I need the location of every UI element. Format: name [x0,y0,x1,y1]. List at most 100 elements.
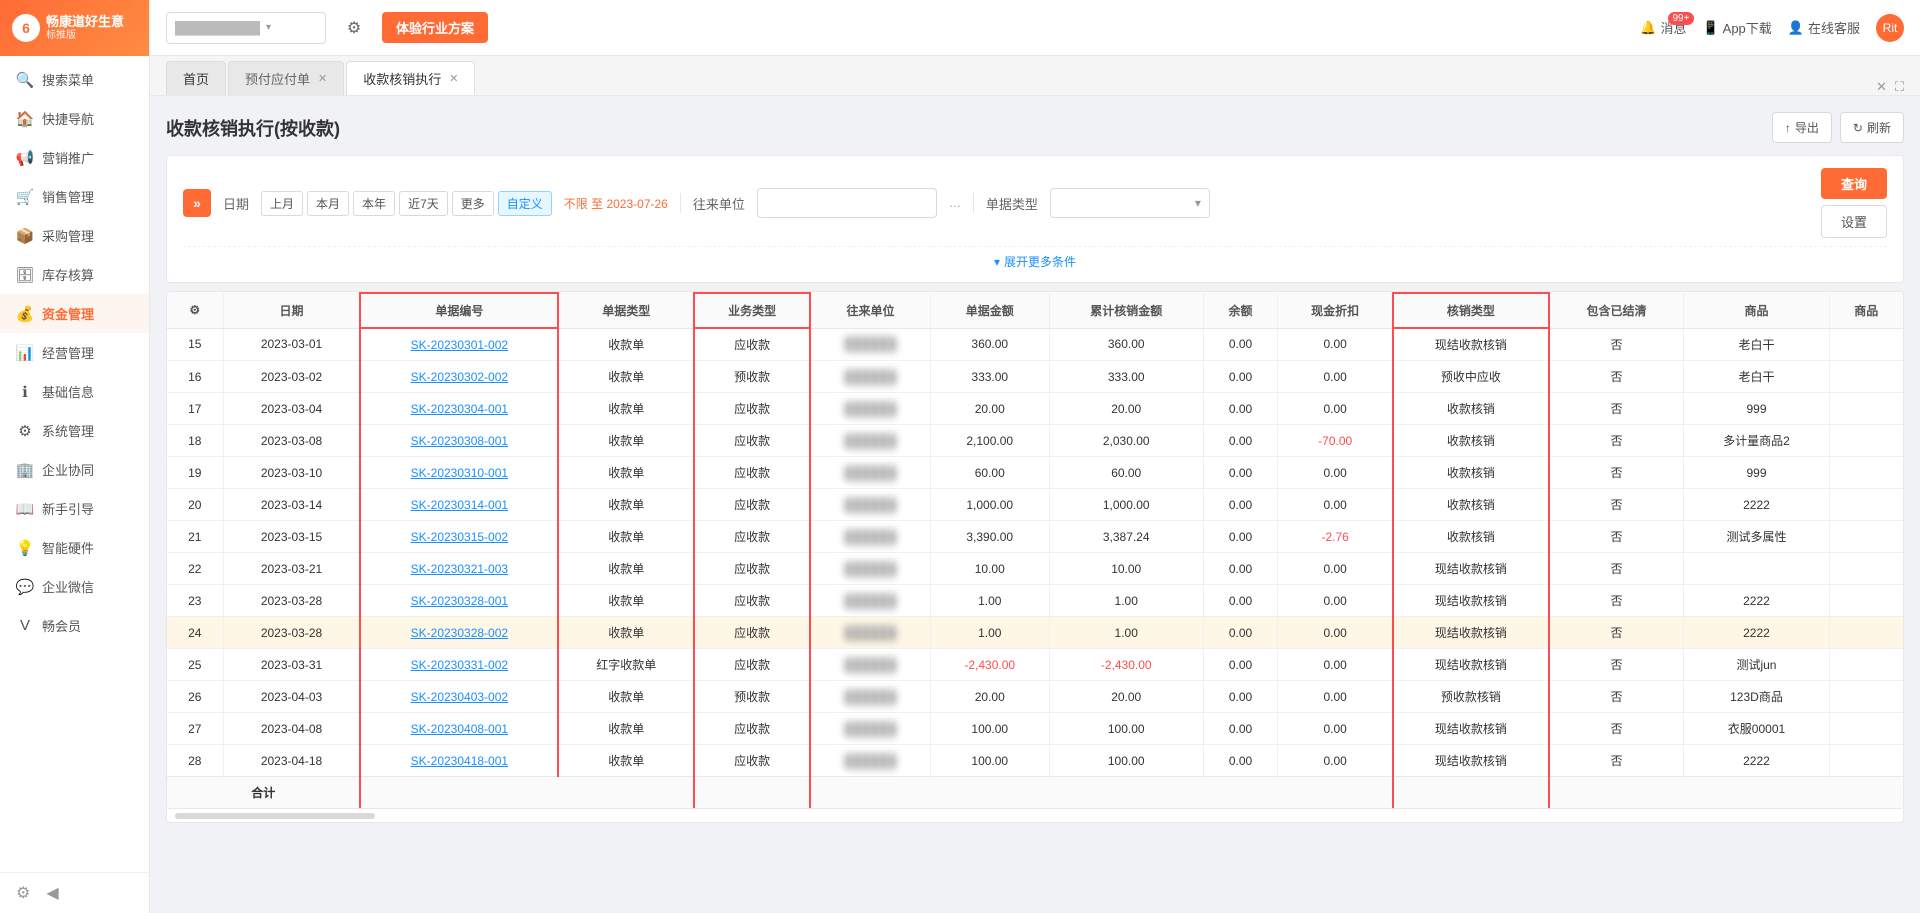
col-amount: 单据金额 [930,293,1049,328]
table-row[interactable]: 242023-03-28SK-20230328-002收款单应收款██████1… [167,617,1903,649]
footer-goods [1684,777,1829,809]
table-row[interactable]: 182023-03-08SK-20230308-001收款单应收款██████2… [167,425,1903,457]
col-goods: 商品 [1684,293,1829,328]
more-date-btn[interactable]: 更多 [452,191,494,216]
app-download-button[interactable]: 📱 App下载 [1702,18,1771,37]
wechat-icon: 💬 [16,578,34,596]
sidebar-item-finance[interactable]: 💰 资金管理 [0,294,149,333]
collapse-icon[interactable]: ◀ [46,883,58,903]
settings-button[interactable]: 设置 [1821,205,1887,238]
sidebar-label-hardware: 智能硬件 [42,538,94,557]
this-month-btn[interactable]: 本月 [307,191,349,216]
filter-expand-button[interactable]: » [183,189,211,217]
main-area: ██████████ ▾ ⚙ 体验行业方案 🔔 消息 99+ 📱 App下载 👤… [150,0,1920,913]
filter-bar: » 日期 上月 本月 本年 近7天 更多 自定义 不限 至 2023-07-26… [166,155,1904,283]
date-range-text: 不限 至 2023-07-26 [564,195,668,212]
tab-receipt-exec-close[interactable]: ✕ [449,72,458,85]
table-row[interactable]: 282023-04-18SK-20230418-001收款单应收款██████1… [167,745,1903,777]
last-month-btn[interactable]: 上月 [261,191,303,216]
notice-badge: 99+ [1668,12,1695,25]
doc-type-select[interactable]: ▾ [1050,188,1210,218]
sidebar-bottom: ⚙ ◀ [0,872,149,913]
sidebar-item-quicknav[interactable]: 🏠 快捷导航 [0,99,149,138]
date-quick-buttons: 上月 本月 本年 近7天 更多 自定义 [261,191,552,216]
table-row[interactable]: 192023-03-10SK-20230310-001收款单应收款██████6… [167,457,1903,489]
tab-prepay[interactable]: 预付应付单 ✕ [228,61,344,95]
table-row[interactable]: 152023-03-01SK-20230301-002收款单应收款██████3… [167,328,1903,361]
sidebar-item-member[interactable]: V 畅会员 [0,606,149,645]
table-row[interactable]: 172023-03-04SK-20230304-001收款单应收款██████2… [167,393,1903,425]
sales-icon: 🛒 [16,188,34,206]
notice-button[interactable]: 🔔 消息 99+ [1640,18,1686,37]
this-year-btn[interactable]: 本年 [353,191,395,216]
col-biz-type: 业务类型 [694,293,810,328]
custom-date-btn[interactable]: 自定义 [498,191,552,216]
table-row[interactable]: 212023-03-15SK-20230315-002收款单应收款██████3… [167,521,1903,553]
user-avatar[interactable]: Rit [1876,14,1904,42]
tab-receipt-exec[interactable]: 收款核销执行 ✕ [346,61,475,95]
gear-icon[interactable]: ⚙ [338,12,370,44]
tab-home[interactable]: 首页 [166,61,226,95]
sidebar-item-guide[interactable]: 📖 新手引导 [0,489,149,528]
filter-row: » 日期 上月 本月 本年 近7天 更多 自定义 不限 至 2023-07-26… [183,168,1887,238]
table-row[interactable]: 222023-03-21SK-20230321-003收款单应收款██████1… [167,553,1903,585]
table-row[interactable]: 252023-03-31SK-20230331-002红字收款单应收款█████… [167,649,1903,681]
sidebar-item-operation[interactable]: 📊 经营管理 [0,333,149,372]
col-gear[interactable]: ⚙ [167,293,223,328]
sidebar-item-wechat[interactable]: 💬 企业微信 [0,567,149,606]
table-row[interactable]: 162023-03-02SK-20230302-002收款单预收款██████3… [167,361,1903,393]
last-7days-btn[interactable]: 近7天 [399,191,448,216]
purchase-icon: 📦 [16,227,34,245]
horizontal-scrollbar[interactable] [175,813,375,819]
data-table-wrap: ⚙ 日期 单据编号 单据类型 业务类型 往来单位 单据金额 累计核销金额 余额 … [166,291,1904,809]
sidebar-item-hardware[interactable]: 💡 智能硬件 [0,528,149,567]
operation-icon: 📊 [16,344,34,362]
logo-name: 畅康道好生意 [46,14,124,30]
sidebar-label-marketing: 营销推广 [42,148,94,167]
settings-bottom-icon[interactable]: ⚙ [16,883,30,903]
sidebar-item-search[interactable]: 🔍 搜索菜单 [0,60,149,99]
refresh-button[interactable]: ↻ 刷新 [1840,112,1904,143]
sidebar-item-marketing[interactable]: 📢 营销推广 [0,138,149,177]
workspace-select[interactable]: ██████████ ▾ [166,12,326,44]
online-service-button[interactable]: 👤 在线客服 [1788,18,1860,37]
sidebar-label-finance: 资金管理 [42,304,94,323]
topbar-right: 🔔 消息 99+ 📱 App下载 👤 在线客服 Rit [1640,14,1904,42]
partner-more[interactable]: … [949,196,961,210]
table-row[interactable]: 272023-04-08SK-20230408-001收款单应收款██████1… [167,713,1903,745]
tab-home-label: 首页 [183,69,209,88]
sidebar-label-search: 搜索菜单 [42,70,94,89]
tab-close-all-icon[interactable]: ✕ [1876,79,1887,95]
sidebar-item-corp[interactable]: 🏢 企业协同 [0,450,149,489]
page-title: 收款核销执行(按收款) [166,115,340,141]
table-row[interactable]: 202023-03-14SK-20230314-001收款单应收款██████1… [167,489,1903,521]
sidebar-item-inventory[interactable]: 🗄 库存核算 [0,255,149,294]
sidebar-item-purchase[interactable]: 📦 采购管理 [0,216,149,255]
logo-sub: 标推版 [46,30,124,42]
doc-type-label: 单据类型 [986,194,1038,213]
tab-expand-icon[interactable]: ⛶ [1895,79,1904,95]
export-button[interactable]: ↑ 导出 [1772,112,1832,143]
sidebar-item-system[interactable]: ⚙ 系统管理 [0,411,149,450]
footer-cash-discount [1278,777,1393,809]
table-row[interactable]: 232023-03-28SK-20230328-001收款单应收款██████1… [167,585,1903,617]
scrollbar-area[interactable] [166,809,1904,823]
col-cancel-type: 核销类型 [1393,293,1549,328]
tab-prepay-close[interactable]: ✕ [318,72,327,85]
solution-button[interactable]: 体验行业方案 [382,12,488,43]
logo-icon: 6 [12,14,40,42]
sidebar-item-sales[interactable]: 🛒 销售管理 [0,177,149,216]
col-cash-discount: 现金折扣 [1278,293,1393,328]
basic-icon: ℹ [16,383,34,401]
table-row[interactable]: 262023-04-03SK-20230403-002收款单预收款██████2… [167,681,1903,713]
sidebar-label-member: 畅会员 [42,616,81,635]
sidebar-label-wechat: 企业微信 [42,577,94,596]
data-table: ⚙ 日期 单据编号 单据类型 业务类型 往来单位 单据金额 累计核销金额 余额 … [167,292,1903,808]
query-button[interactable]: 查询 [1821,168,1887,199]
guide-icon: 📖 [16,500,34,518]
partner-select[interactable] [757,188,937,218]
sidebar-item-basic[interactable]: ℹ 基础信息 [0,372,149,411]
expand-more-button[interactable]: ▾ 展开更多条件 [183,253,1887,270]
tab-bar: 首页 预付应付单 ✕ 收款核销执行 ✕ ✕ ⛶ [150,56,1920,96]
phone-icon: 📱 [1702,20,1718,36]
